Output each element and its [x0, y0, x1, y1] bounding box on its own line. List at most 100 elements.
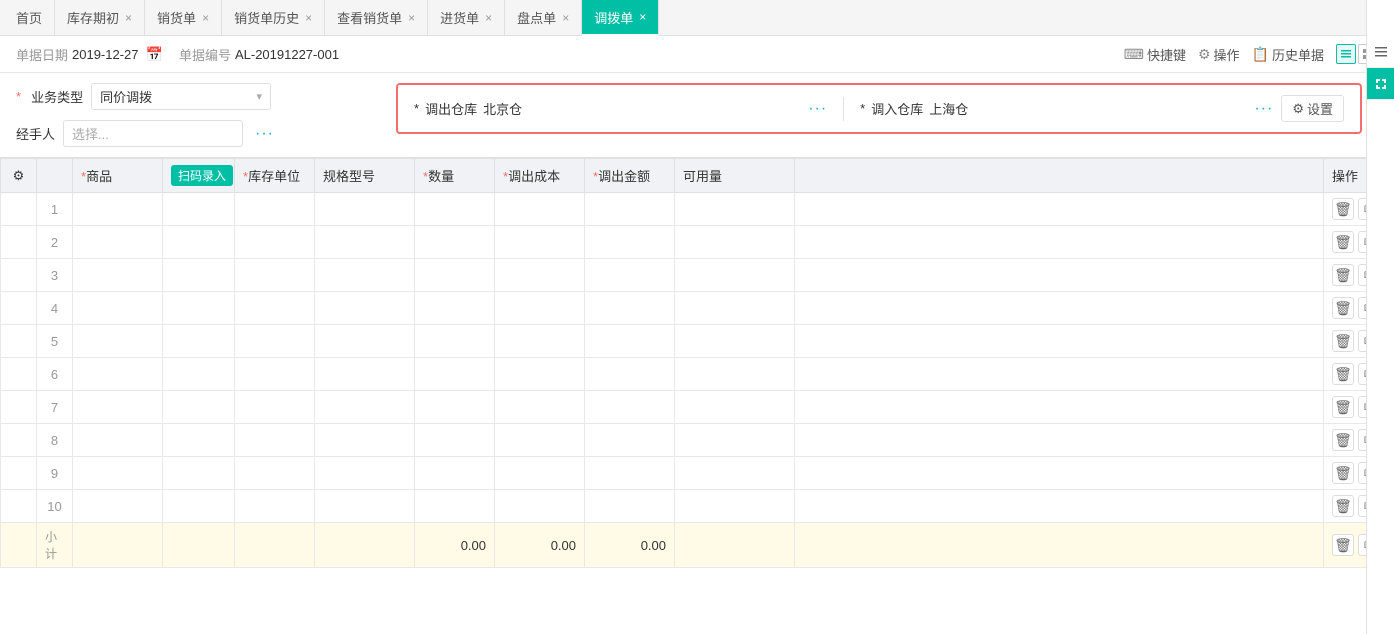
- row-product-1[interactable]: [73, 193, 163, 226]
- close-tab-sales-order[interactable]: ×: [202, 12, 209, 24]
- row-amount-9[interactable]: [585, 457, 675, 490]
- row-spec-8[interactable]: [315, 424, 415, 457]
- row-product-2[interactable]: [73, 226, 163, 259]
- row-spec-2[interactable]: [315, 226, 415, 259]
- row-qty-10[interactable]: [415, 490, 495, 523]
- row-cost-10[interactable]: [495, 490, 585, 523]
- layout-list-icon[interactable]: [1336, 44, 1356, 64]
- delete-row-10-button[interactable]: 🗑: [1332, 495, 1354, 517]
- row-amount-2[interactable]: [585, 226, 675, 259]
- row-qty-7[interactable]: [415, 391, 495, 424]
- row-cost-2[interactable]: [495, 226, 585, 259]
- row-spec-3[interactable]: [315, 259, 415, 292]
- row-product-3[interactable]: [73, 259, 163, 292]
- close-tab-view-sales[interactable]: ×: [408, 12, 415, 24]
- row-amount-8[interactable]: [585, 424, 675, 457]
- settings-button[interactable]: ⚙ 设置: [1281, 95, 1344, 122]
- row-cost-7[interactable]: [495, 391, 585, 424]
- row-cost-5[interactable]: [495, 325, 585, 358]
- row-unit-5[interactable]: [235, 325, 315, 358]
- tab-inventory-count[interactable]: 盘点单 ×: [505, 0, 582, 36]
- warehouse-in-more-icon[interactable]: ···: [1254, 100, 1273, 118]
- tab-transfer[interactable]: 调拨单 ×: [582, 0, 659, 36]
- row-unit-7[interactable]: [235, 391, 315, 424]
- col-gear-header[interactable]: ⚙: [1, 159, 37, 193]
- row-spec-7[interactable]: [315, 391, 415, 424]
- row-spec-6[interactable]: [315, 358, 415, 391]
- row-unit-10[interactable]: [235, 490, 315, 523]
- row-cost-1[interactable]: [495, 193, 585, 226]
- tab-purchase-order[interactable]: 进货单 ×: [428, 0, 505, 36]
- close-tab-purchase-order[interactable]: ×: [485, 12, 492, 24]
- row-product-6[interactable]: [73, 358, 163, 391]
- row-qty-3[interactable]: [415, 259, 495, 292]
- row-unit-4[interactable]: [235, 292, 315, 325]
- close-tab-inventory-init[interactable]: ×: [125, 12, 132, 24]
- row-cost-8[interactable]: [495, 424, 585, 457]
- row-spec-9[interactable]: [315, 457, 415, 490]
- row-amount-7[interactable]: [585, 391, 675, 424]
- row-spec-10[interactable]: [315, 490, 415, 523]
- delete-row-5-button[interactable]: 🗑: [1332, 330, 1354, 352]
- delete-row-7-button[interactable]: 🗑: [1332, 396, 1354, 418]
- business-type-select[interactable]: 同价调拨 ▾: [91, 83, 271, 110]
- tab-home[interactable]: 首页: [4, 0, 55, 36]
- shortcut-button[interactable]: ⌨ 快捷键: [1124, 45, 1186, 64]
- row-qty-5[interactable]: [415, 325, 495, 358]
- row-amount-3[interactable]: [585, 259, 675, 292]
- row-product-4[interactable]: [73, 292, 163, 325]
- operator-more-icon[interactable]: ···: [255, 125, 274, 143]
- tab-sales-history[interactable]: 销货单历史 ×: [222, 0, 325, 36]
- row-amount-5[interactable]: [585, 325, 675, 358]
- side-expand-icon[interactable]: [1367, 68, 1394, 100]
- operation-button[interactable]: ⚙ 操作: [1198, 45, 1240, 64]
- row-amount-1[interactable]: [585, 193, 675, 226]
- row-unit-1[interactable]: [235, 193, 315, 226]
- row-cost-6[interactable]: [495, 358, 585, 391]
- row-unit-2[interactable]: [235, 226, 315, 259]
- row-unit-6[interactable]: [235, 358, 315, 391]
- row-unit-3[interactable]: [235, 259, 315, 292]
- row-unit-8[interactable]: [235, 424, 315, 457]
- tab-sales-order[interactable]: 销货单 ×: [145, 0, 222, 36]
- row-qty-4[interactable]: [415, 292, 495, 325]
- row-cost-3[interactable]: [495, 259, 585, 292]
- row-qty-1[interactable]: [415, 193, 495, 226]
- warehouse-out-more-icon[interactable]: ···: [808, 100, 827, 118]
- row-cost-4[interactable]: [495, 292, 585, 325]
- close-tab-transfer[interactable]: ×: [639, 11, 646, 23]
- row-amount-4[interactable]: [585, 292, 675, 325]
- row-spec-5[interactable]: [315, 325, 415, 358]
- row-qty-2[interactable]: [415, 226, 495, 259]
- row-amount-10[interactable]: [585, 490, 675, 523]
- row-spec-4[interactable]: [315, 292, 415, 325]
- row-product-10[interactable]: [73, 490, 163, 523]
- row-product-9[interactable]: [73, 457, 163, 490]
- row-product-8[interactable]: [73, 424, 163, 457]
- delete-row-4-button[interactable]: 🗑: [1332, 297, 1354, 319]
- close-tab-inventory-count[interactable]: ×: [562, 12, 569, 24]
- delete-row-9-button[interactable]: 🗑: [1332, 462, 1354, 484]
- delete-row-8-button[interactable]: 🗑: [1332, 429, 1354, 451]
- history-button[interactable]: 📋 历史单据: [1252, 45, 1324, 64]
- row-cost-9[interactable]: [495, 457, 585, 490]
- row-product-5[interactable]: [73, 325, 163, 358]
- delete-row-6-button[interactable]: 🗑: [1332, 363, 1354, 385]
- row-qty-9[interactable]: [415, 457, 495, 490]
- row-amount-6[interactable]: [585, 358, 675, 391]
- row-qty-8[interactable]: [415, 424, 495, 457]
- side-list-icon[interactable]: [1367, 36, 1394, 68]
- calendar-icon[interactable]: 📅: [146, 46, 163, 63]
- operator-select[interactable]: 选择...: [63, 120, 243, 147]
- delete-row-3-button[interactable]: 🗑: [1332, 264, 1354, 286]
- row-product-7[interactable]: [73, 391, 163, 424]
- scan-button[interactable]: 扫码录入: [171, 165, 233, 186]
- row-spec-1[interactable]: [315, 193, 415, 226]
- row-unit-9[interactable]: [235, 457, 315, 490]
- delete-row-2-button[interactable]: 🗑: [1332, 231, 1354, 253]
- row-qty-6[interactable]: [415, 358, 495, 391]
- col-scan-header[interactable]: 扫码录入: [163, 159, 235, 193]
- subtotal-delete-button[interactable]: 🗑: [1332, 534, 1354, 556]
- delete-row-1-button[interactable]: 🗑: [1332, 198, 1354, 220]
- tab-view-sales[interactable]: 查看销货单 ×: [325, 0, 428, 36]
